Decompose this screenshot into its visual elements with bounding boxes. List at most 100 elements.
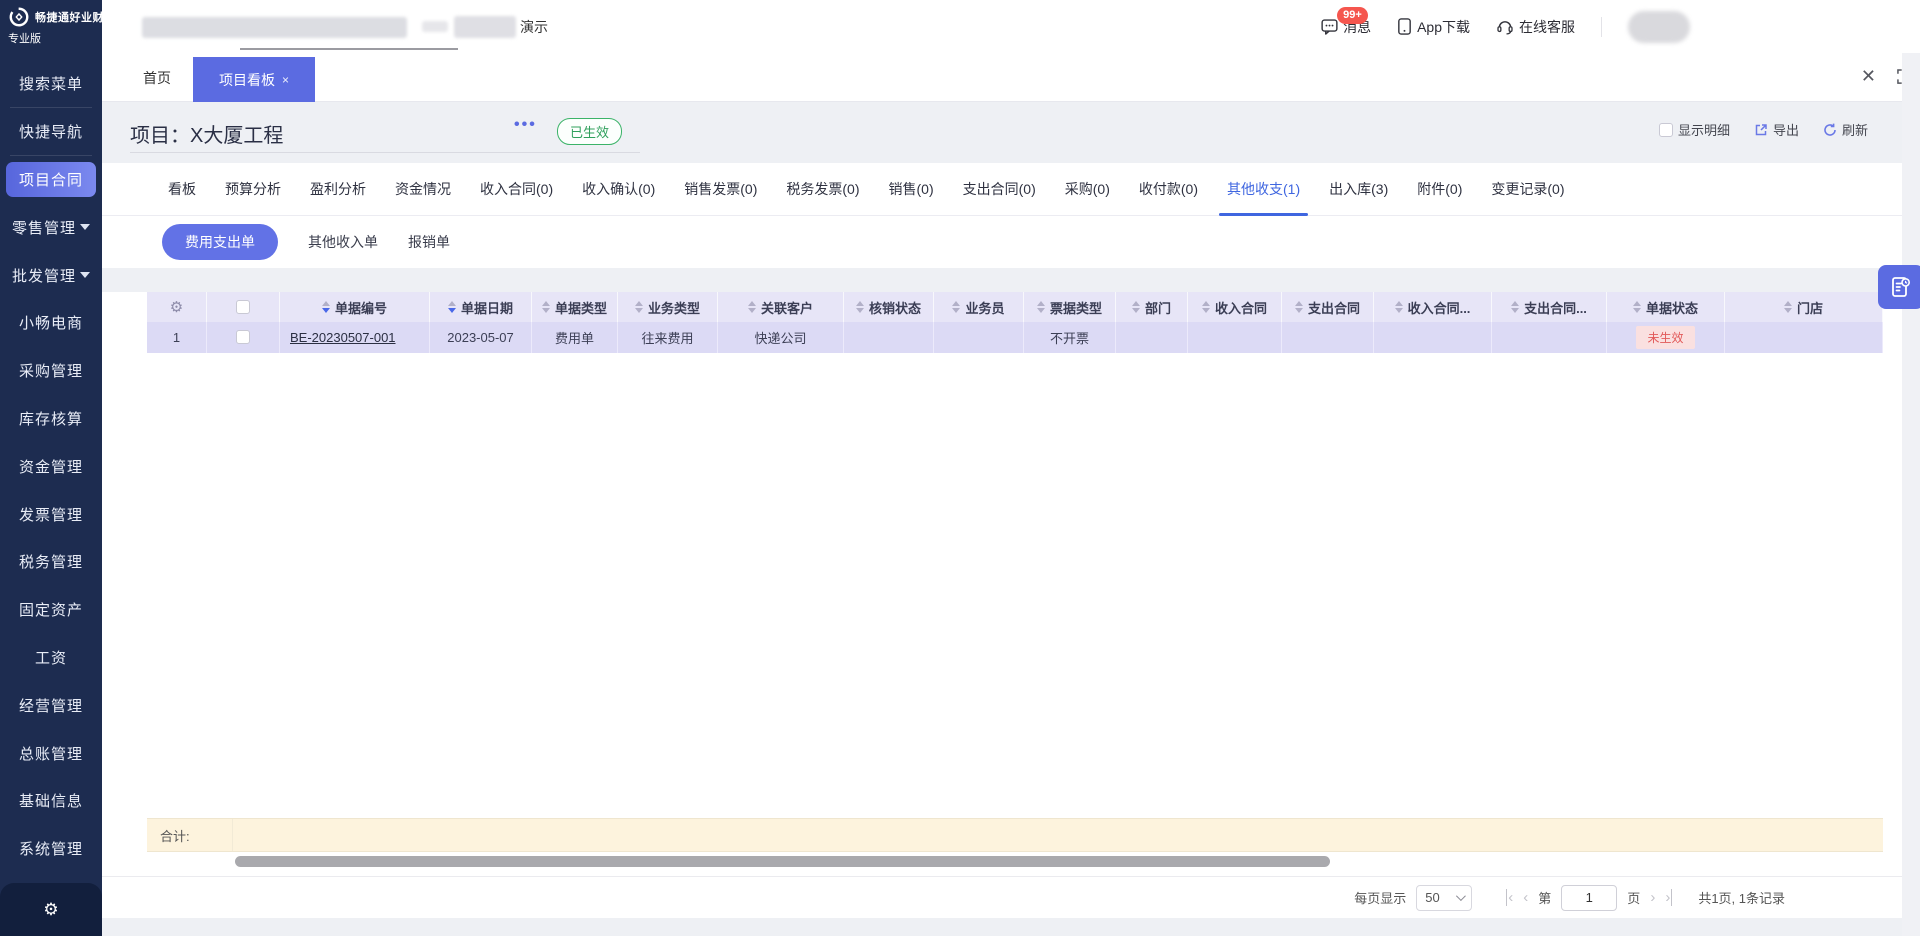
export-button[interactable]: 导出: [1754, 120, 1799, 139]
sidebar-item-inventory[interactable]: 库存核算: [0, 395, 102, 443]
cell-expense-contract-more: [1492, 322, 1607, 353]
sort-icon[interactable]: [634, 301, 643, 313]
sort-icon[interactable]: [952, 301, 961, 313]
doc-no-link[interactable]: BE-20230507-001: [290, 330, 396, 345]
tab-purchase[interactable]: 采购(0): [1065, 163, 1110, 216]
checkbox-icon[interactable]: [236, 299, 250, 314]
sidebar-item-retail[interactable]: 零售管理: [0, 203, 102, 251]
show-detail-checkbox[interactable]: 显示明细: [1658, 120, 1730, 139]
col-income-contract-more[interactable]: 收入合同...: [1374, 292, 1492, 322]
checkbox-icon[interactable]: [236, 330, 250, 344]
col-store[interactable]: 门店: [1725, 292, 1883, 322]
sidebar-item-general-ledger[interactable]: 总账管理: [0, 729, 102, 777]
col-income-contract[interactable]: 收入合同: [1188, 292, 1282, 322]
sidebar-item-basic-info[interactable]: 基础信息: [0, 777, 102, 825]
sidebar-item-search-menu[interactable]: 搜索菜单: [0, 60, 102, 108]
tab-change-log[interactable]: 变更记录(0): [1491, 163, 1564, 216]
per-page-select[interactable]: 50: [1416, 884, 1473, 911]
col-doc-no[interactable]: 单据编号: [280, 292, 430, 322]
table-row[interactable]: 1 BE-20230507-001 2023-05-07 费用单 往来费用 快递…: [147, 322, 1883, 353]
sidebar-item-purchase[interactable]: 采购管理: [0, 347, 102, 395]
sidebar-item-ecommerce[interactable]: 小畅电商: [0, 299, 102, 347]
col-invoice-type[interactable]: 票据类型: [1024, 292, 1116, 322]
page-number-input[interactable]: [1561, 884, 1618, 911]
sidebar-item-tax[interactable]: 税务管理: [0, 538, 102, 586]
next-page-button[interactable]: ›: [1650, 889, 1655, 906]
first-page-button[interactable]: ‹: [1506, 889, 1513, 906]
messages-button[interactable]: 消息 99+: [1321, 6, 1371, 37]
subtab-expense-docs[interactable]: 费用支出单: [162, 224, 278, 260]
sidebar-item-operations[interactable]: 经营管理: [0, 681, 102, 729]
sidebar-item-payroll[interactable]: 工资: [0, 634, 102, 682]
prev-page-button[interactable]: ‹: [1523, 889, 1528, 906]
sort-icon[interactable]: [447, 301, 456, 313]
tab-budget-analysis[interactable]: 预算分析: [225, 163, 281, 216]
col-writeoff-status[interactable]: 核销状态: [844, 292, 934, 322]
sort-icon[interactable]: [1632, 301, 1641, 313]
tab-other-income-expense[interactable]: 其他收支(1): [1218, 163, 1309, 216]
sidebar-item-quick-nav[interactable]: 快捷导航: [0, 108, 102, 156]
col-doc-type[interactable]: 单据类型: [532, 292, 618, 322]
online-support-button[interactable]: 在线客服: [1496, 17, 1575, 37]
horizontal-scrollbar[interactable]: [147, 856, 1883, 868]
tab-board[interactable]: 看板: [168, 163, 196, 216]
tab-tax-invoice[interactable]: 税务发票(0): [786, 163, 859, 216]
sort-icon[interactable]: [1131, 301, 1140, 313]
tab-profit-analysis[interactable]: 盈利分析: [310, 163, 366, 216]
sort-icon[interactable]: [541, 301, 550, 313]
tab-sales-invoice[interactable]: 销售发票(0): [684, 163, 757, 216]
sidebar-item-project-contract[interactable]: 项目合同: [0, 156, 102, 204]
col-customer[interactable]: 关联客户: [718, 292, 844, 322]
sort-icon[interactable]: [1294, 301, 1303, 313]
sidebar-item-funds[interactable]: 资金管理: [0, 442, 102, 490]
sort-icon[interactable]: [321, 301, 330, 313]
column-settings[interactable]: ⚙: [147, 292, 207, 322]
last-page-button[interactable]: ›: [1665, 889, 1673, 906]
topbar: 演示 消息 99+ App下载 在线客服: [102, 0, 1920, 53]
refresh-button[interactable]: 刷新: [1823, 120, 1868, 139]
col-expense-contract-more[interactable]: 支出合同...: [1492, 292, 1607, 322]
close-tab-icon[interactable]: ×: [282, 73, 289, 87]
sort-icon[interactable]: [1783, 301, 1792, 313]
sidebar-item-fixed-assets[interactable]: 固定资产: [0, 586, 102, 634]
sidebar-item-wholesale[interactable]: 批发管理: [0, 251, 102, 299]
col-salesperson[interactable]: 业务员: [934, 292, 1024, 322]
col-doc-date[interactable]: 单据日期: [430, 292, 532, 322]
sort-icon[interactable]: [1511, 301, 1520, 313]
tab-income-contract[interactable]: 收入合同(0): [480, 163, 553, 216]
col-doc-status[interactable]: 单据状态: [1607, 292, 1725, 322]
floating-doc-button[interactable]: [1878, 265, 1920, 309]
sort-icon[interactable]: [1036, 301, 1045, 313]
subtab-other-income-docs[interactable]: 其他收入单: [308, 232, 378, 252]
sort-icon[interactable]: [855, 301, 864, 313]
sidebar-item-invoice[interactable]: 发票管理: [0, 490, 102, 538]
tab-attachments[interactable]: 附件(0): [1417, 163, 1462, 216]
sort-icon[interactable]: [1201, 301, 1210, 313]
tab-project-board[interactable]: 项目看板 ×: [193, 57, 315, 102]
sidebar-item-system[interactable]: 系统管理: [0, 825, 102, 873]
more-actions-button[interactable]: •••: [514, 116, 537, 134]
settings-gear-icon[interactable]: ⚙: [43, 900, 58, 920]
tab-home[interactable]: 首页: [143, 53, 171, 102]
checkbox-icon[interactable]: [1658, 122, 1673, 137]
gear-icon[interactable]: ⚙: [170, 299, 183, 316]
select-all-checkbox[interactable]: [207, 292, 280, 322]
row-checkbox-cell[interactable]: [207, 322, 280, 353]
col-biz-type[interactable]: 业务类型: [618, 292, 718, 322]
scrollbar-thumb[interactable]: [235, 856, 1330, 867]
subtab-reimbursement-docs[interactable]: 报销单: [408, 232, 450, 252]
close-panel-icon[interactable]: ✕: [1861, 67, 1876, 85]
sort-icon[interactable]: [1394, 301, 1403, 313]
col-department[interactable]: 部门: [1116, 292, 1188, 322]
tab-funds[interactable]: 资金情况: [395, 163, 451, 216]
tab-in-out-warehouse[interactable]: 出入库(3): [1329, 163, 1388, 216]
tab-income-confirm[interactable]: 收入确认(0): [582, 163, 655, 216]
sort-icon[interactable]: [747, 301, 756, 313]
tab-sales[interactable]: 销售(0): [889, 163, 934, 216]
tab-expense-contract[interactable]: 支出合同(0): [963, 163, 1036, 216]
user-avatar[interactable]: [1628, 10, 1690, 43]
app-download-button[interactable]: App下载: [1397, 17, 1470, 37]
tab-payments[interactable]: 收付款(0): [1139, 163, 1198, 216]
vertical-scroll-area[interactable]: [1902, 53, 1920, 936]
col-expense-contract[interactable]: 支出合同: [1282, 292, 1374, 322]
